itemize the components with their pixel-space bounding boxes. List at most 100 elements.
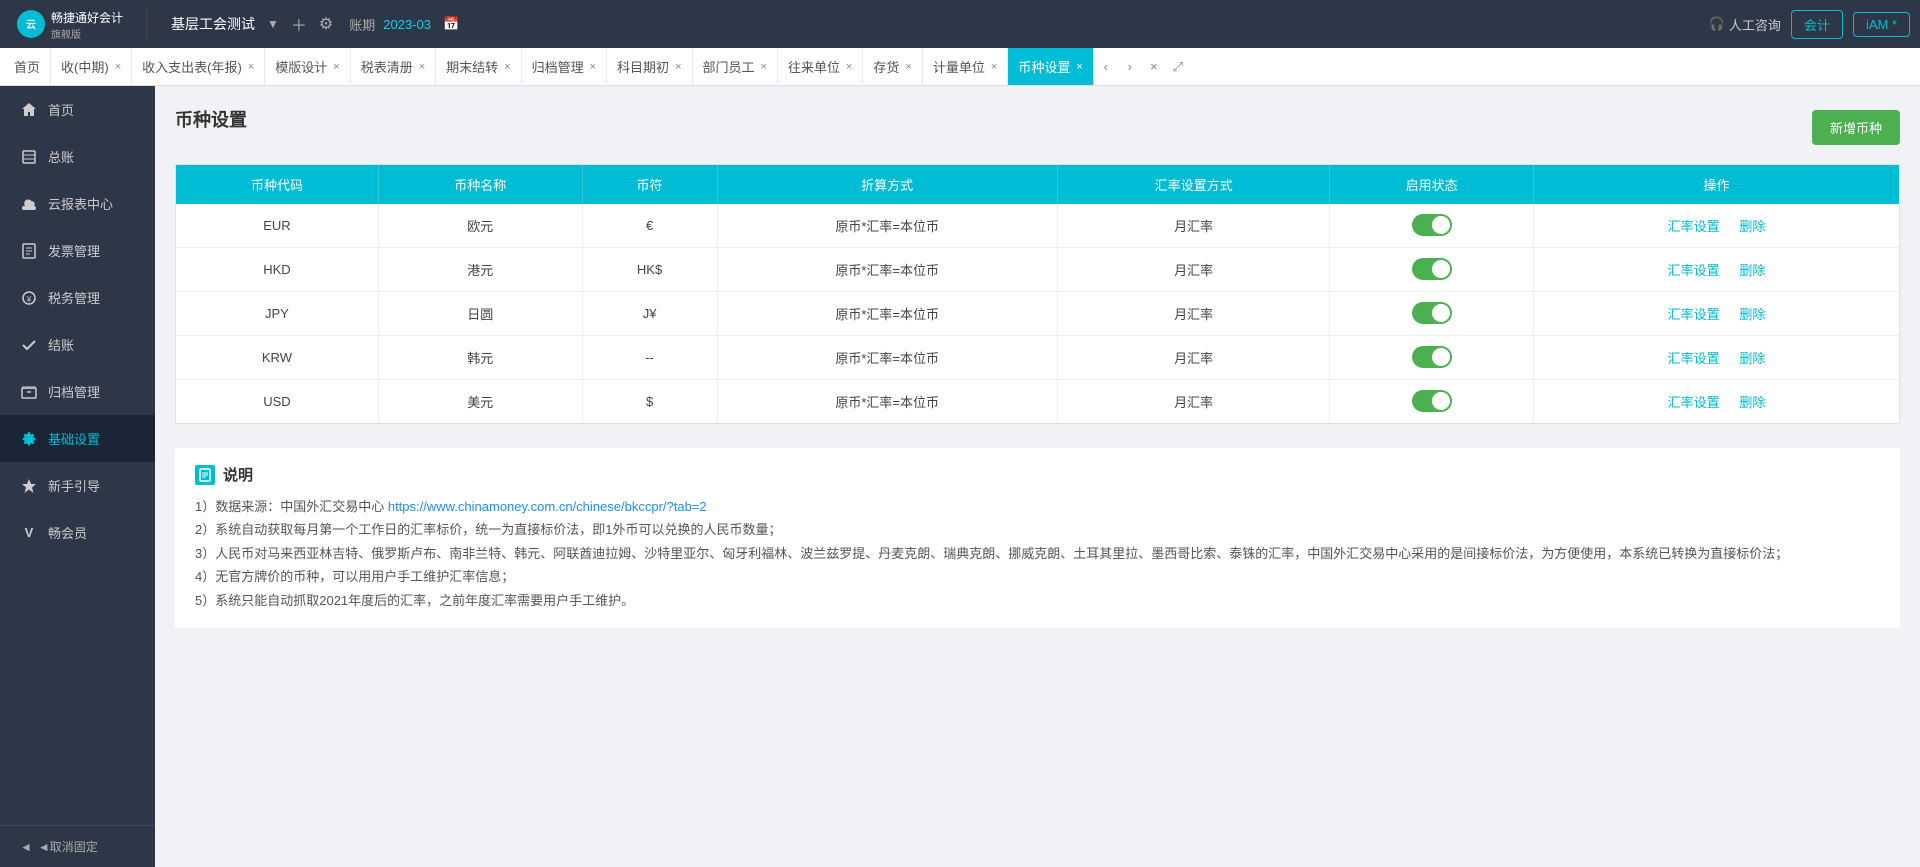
delete-link-0[interactable]: 删除 [1739,219,1765,234]
rate-settings-link-0[interactable]: 汇率设置 [1668,219,1720,234]
tab-mid-period[interactable]: 收(中期) × [51,48,132,86]
note-title: 说明 [195,464,1880,485]
iam-button[interactable]: iAM * [1853,12,1910,37]
tab-annual-report-close[interactable]: × [248,61,254,73]
tab-archive[interactable]: 归档管理 × [522,48,607,86]
cell-name-0: 欧元 [378,204,582,248]
tab-inventory-close[interactable]: × [905,61,911,73]
cell-calc-2: 原币*汇率=本位币 [717,292,1057,336]
sidebar-item-report[interactable]: 云报表中心 [0,180,155,227]
toggle-circle-2 [1432,304,1450,322]
rate-settings-link-4[interactable]: 汇率设置 [1668,395,1720,410]
customer-service-button[interactable]: 🎧 人工咨询 [1709,15,1781,34]
toggle-enabled-2[interactable] [1412,302,1452,324]
sidebar: 首页 总账 云报表中心 发票管理 ¥ 税务管理 [0,86,155,867]
col-code: 币种代码 [176,165,378,204]
add-tab-button[interactable]: ＋ [291,12,307,36]
tab-archive-close[interactable]: × [590,61,596,73]
new-currency-button[interactable]: 新增币种 [1812,110,1900,145]
tab-tax-table[interactable]: 税表清册 × [351,48,436,86]
tab-unit[interactable]: 计量单位 × [923,48,1008,86]
delete-link-1[interactable]: 删除 [1739,263,1765,278]
rate-settings-link-2[interactable]: 汇率设置 [1668,307,1720,322]
cell-actions-0: 汇率设置 删除 [1534,204,1899,248]
tab-currency[interactable]: 币种设置 × [1008,48,1093,86]
calendar-icon[interactable]: 📅 [443,16,459,32]
cell-status-1 [1330,248,1534,292]
tab-period-end-close[interactable]: × [504,61,510,73]
cell-code-3: KRW [176,336,378,380]
tab-dept-staff-close[interactable]: × [761,61,767,73]
delete-link-4[interactable]: 删除 [1739,395,1765,410]
tab-dept-staff[interactable]: 部门员工 × [693,48,778,86]
rate-settings-link-3[interactable]: 汇率设置 [1668,351,1720,366]
rate-settings-link-1[interactable]: 汇率设置 [1668,263,1720,278]
tab-tax-table-label: 税表清册 [361,57,413,76]
sidebar-item-tax[interactable]: ¥ 税务管理 [0,274,155,321]
sidebar-item-settings[interactable]: 基础设置 [0,415,155,462]
sidebar-tax-label: 税务管理 [48,288,100,307]
logo-text: 畅捷通好会计 [51,9,123,26]
logo-sub: 旗舰版 [51,26,123,41]
tab-inventory[interactable]: 存货 × [863,48,922,86]
col-calc: 折算方式 [717,165,1057,204]
toggle-enabled-0[interactable] [1412,214,1452,236]
tab-dept-staff-label: 部门员工 [703,57,755,76]
sidebar-ledger-label: 总账 [48,147,74,166]
cell-code-0: EUR [176,204,378,248]
tab-currency-close[interactable]: × [1076,61,1082,73]
tab-contacts[interactable]: 往来单位 × [778,48,863,86]
tab-subject-init-close[interactable]: × [675,61,681,73]
title-row: 币种设置 新增币种 [175,106,1900,148]
tab-contacts-close[interactable]: × [846,61,852,73]
main-layout: 首页 总账 云报表中心 发票管理 ¥ 税务管理 [0,86,1920,867]
sidebar-item-archive[interactable]: 归档管理 [0,368,155,415]
sidebar-item-invoice[interactable]: 发票管理 [0,227,155,274]
cell-calc-3: 原币*汇率=本位币 [717,336,1057,380]
cell-actions-3: 汇率设置 删除 [1534,336,1899,380]
tab-nav-close[interactable]: × [1142,48,1166,86]
settings-icon[interactable]: ⚙ [319,14,333,34]
sidebar-item-member[interactable]: V 畅会员 [0,509,155,556]
col-symbol: 币符 [582,165,717,204]
sidebar-item-home[interactable]: 首页 [0,86,155,133]
currency-table: 币种代码 币种名称 币符 折算方式 汇率设置方式 启用状态 操作 EUR 欧元 … [175,164,1900,424]
main-content: 币种设置 新增币种 币种代码 币种名称 币符 折算方式 汇率设置方式 启用状态 … [155,86,1920,867]
tab-nav-right[interactable]: › [1118,48,1142,86]
project-name: 基层工会测试 [171,14,255,34]
tab-template[interactable]: 模版设计 × [265,48,350,86]
tab-unit-close[interactable]: × [991,61,997,73]
delete-link-3[interactable]: 删除 [1739,351,1765,366]
sidebar-item-checkout[interactable]: 结账 [0,321,155,368]
toggle-enabled-4[interactable] [1412,390,1452,412]
tab-nav-expand[interactable]: ⤢ [1166,48,1190,86]
archive-icon [20,383,38,401]
tab-nav-left[interactable]: ‹ [1094,48,1118,86]
cell-rate-1: 月汇率 [1057,248,1329,292]
toggle-enabled-3[interactable] [1412,346,1452,368]
sidebar-item-guide[interactable]: 新手引导 [0,462,155,509]
tab-mid-period-close[interactable]: × [115,61,121,73]
page-title: 币种设置 [175,106,247,132]
tab-template-close[interactable]: × [333,61,339,73]
tab-period-end[interactable]: 期末结转 × [436,48,521,86]
tab-tax-table-close[interactable]: × [419,61,425,73]
guide-icon [20,477,38,495]
tab-subject-init-label: 科目期初 [617,57,669,76]
sidebar-settings-label: 基础设置 [48,429,100,448]
svg-text:云: 云 [26,19,36,31]
tab-home[interactable]: 首页 [4,48,51,86]
toggle-enabled-1[interactable] [1412,258,1452,280]
cell-status-3 [1330,336,1534,380]
sidebar-item-ledger[interactable]: 总账 [0,133,155,180]
project-dropdown-icon[interactable]: ▼ [267,17,279,31]
cell-symbol-0: € [582,204,717,248]
delete-link-2[interactable]: 删除 [1739,307,1765,322]
chinamoney-link[interactable]: https://www.chinamoney.com.cn/chinese/bk… [388,499,707,514]
note-list: 1）数据来源：中国外汇交易中心 https://www.chinamoney.c… [195,495,1880,612]
tab-annual-report[interactable]: 收入支出表(年报) × [132,48,265,86]
sidebar-pin-toggle[interactable]: ◄ ◄取消固定 [0,825,155,867]
cell-code-2: JPY [176,292,378,336]
tab-subject-init[interactable]: 科目期初 × [607,48,692,86]
account-button[interactable]: 会计 [1791,10,1843,39]
